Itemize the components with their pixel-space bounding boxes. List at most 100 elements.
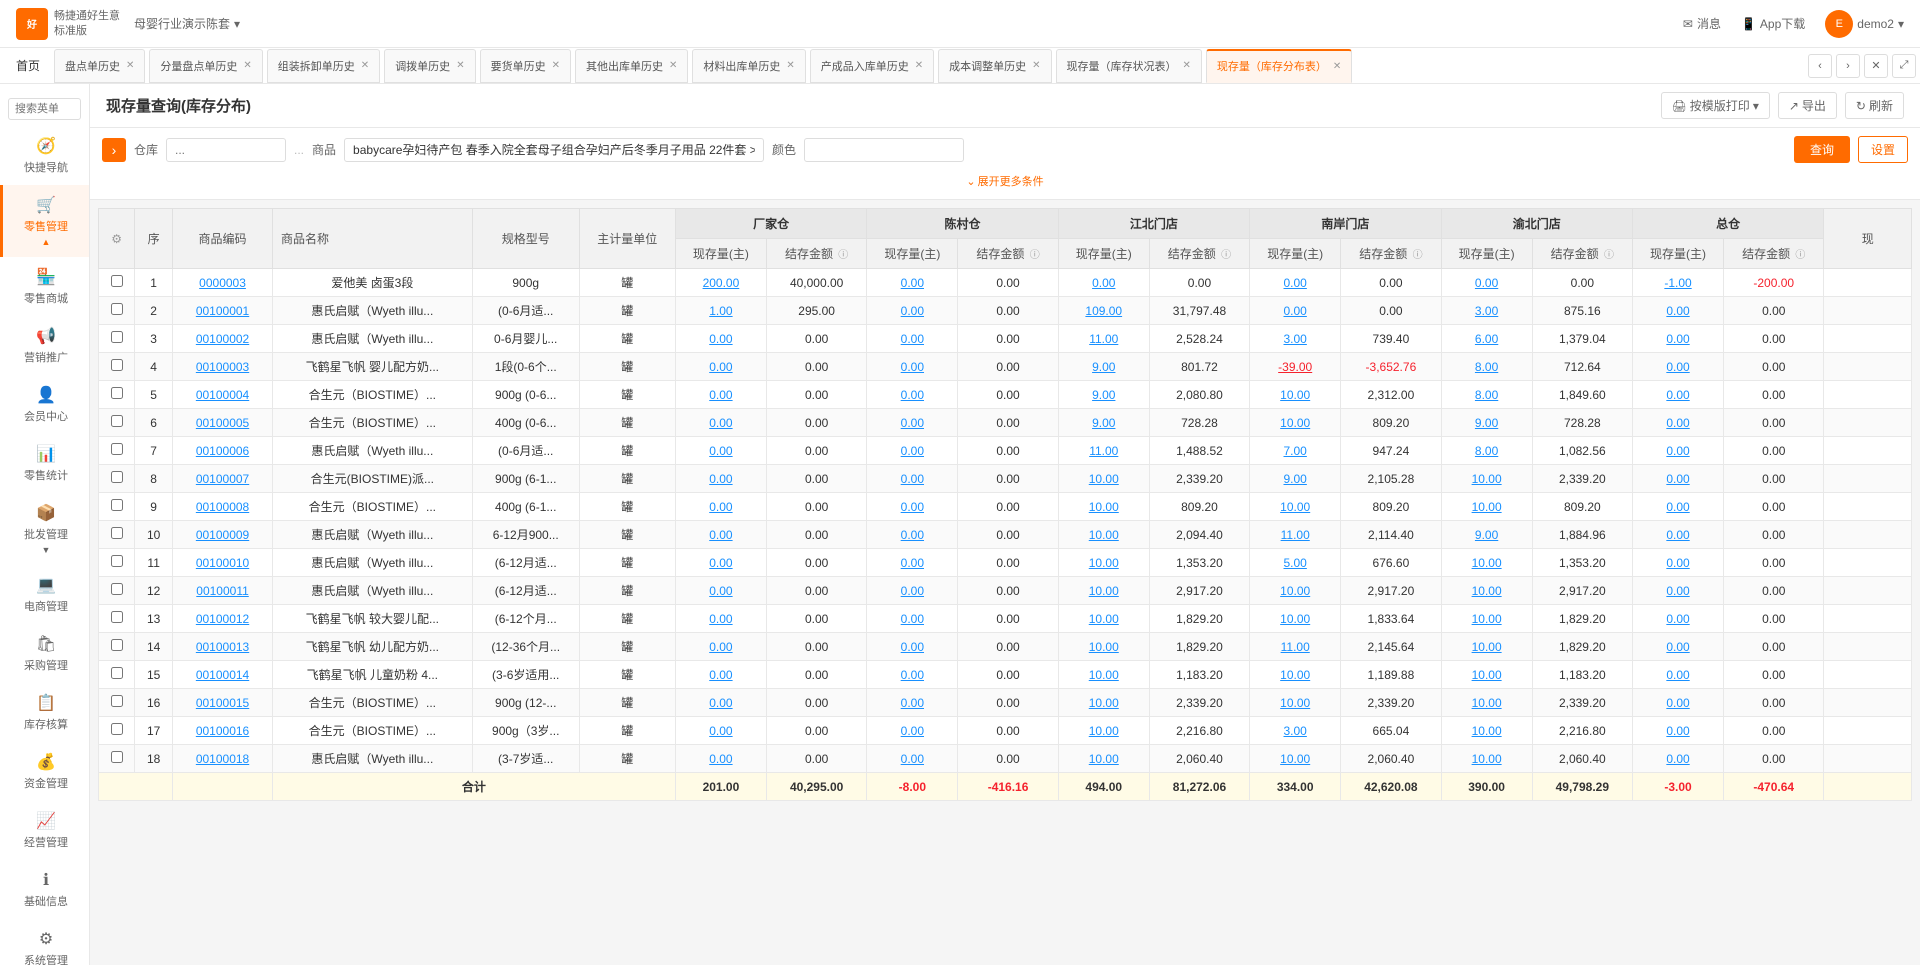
jiangbei-stock-link[interactable]: 11.00 bbox=[1089, 444, 1118, 458]
code-link[interactable]: 00100010 bbox=[196, 556, 249, 570]
row-checkbox[interactable] bbox=[99, 605, 135, 633]
sidebar-item-inventory[interactable]: 📋 库存核算 bbox=[0, 683, 89, 742]
info-icon[interactable]: ⓘ bbox=[1604, 250, 1614, 261]
row-checkbox[interactable] bbox=[99, 521, 135, 549]
nanshan-stock-link[interactable]: -39.00 bbox=[1278, 360, 1312, 374]
info-icon[interactable]: ⓘ bbox=[1795, 250, 1805, 261]
code-link[interactable]: 00100013 bbox=[196, 640, 249, 654]
sidebar-item-basic[interactable]: ℹ 基础信息 bbox=[0, 860, 89, 919]
yubeimen-stock-link[interactable]: 10.00 bbox=[1472, 724, 1502, 738]
filter-toggle-btn[interactable]: › bbox=[102, 138, 126, 162]
total-stock-link[interactable]: 0.00 bbox=[1666, 640, 1689, 654]
row-checkbox[interactable] bbox=[99, 269, 135, 297]
sidebar-item-marketing[interactable]: 📢 营销推广 bbox=[0, 316, 89, 375]
tab-stock-status[interactable]: 现存量（库存状况表） ✕ bbox=[1056, 49, 1202, 83]
jiangbei-stock-link[interactable]: 10.00 bbox=[1089, 696, 1119, 710]
tab-close-icon[interactable]: ✕ bbox=[126, 60, 134, 71]
goods-input[interactable] bbox=[344, 138, 764, 162]
user-menu[interactable]: 按模版打印 E demo2 ▾ bbox=[1825, 10, 1904, 38]
nanshan-stock-link[interactable]: 11.00 bbox=[1281, 528, 1310, 542]
tab-close-icon[interactable]: ✕ bbox=[243, 60, 251, 71]
refresh-btn[interactable]: ↻ 刷新 bbox=[1845, 92, 1904, 119]
total-stock-link[interactable]: 0.00 bbox=[1666, 696, 1689, 710]
sidebar-item-retail-mgmt[interactable]: 🛒 零售管理 ▲ bbox=[0, 185, 89, 257]
factory-stock-link[interactable]: 0.00 bbox=[709, 444, 732, 458]
chenshi-stock-link[interactable]: 0.00 bbox=[901, 332, 924, 346]
total-stock-link[interactable]: 0.00 bbox=[1666, 416, 1689, 430]
total-stock-link[interactable]: 0.00 bbox=[1666, 528, 1689, 542]
jiangbei-stock-link[interactable]: 10.00 bbox=[1089, 668, 1119, 682]
yubeimen-stock-link[interactable]: 10.00 bbox=[1472, 584, 1502, 598]
col-settings-header[interactable]: ⚙ bbox=[99, 209, 135, 269]
chenshi-stock-link[interactable]: 0.00 bbox=[901, 500, 924, 514]
code-link[interactable]: 00100012 bbox=[196, 612, 249, 626]
total-stock-link[interactable]: 0.00 bbox=[1666, 556, 1689, 570]
tab-close-icon[interactable]: ✕ bbox=[1032, 60, 1040, 71]
row-checkbox[interactable] bbox=[99, 353, 135, 381]
yubeimen-stock-link[interactable]: 10.00 bbox=[1472, 640, 1502, 654]
chenshi-stock-link[interactable]: 0.00 bbox=[901, 556, 924, 570]
nanshan-stock-link[interactable]: 10.00 bbox=[1280, 752, 1310, 766]
row-checkbox[interactable] bbox=[99, 437, 135, 465]
jiangbei-stock-link[interactable]: 10.00 bbox=[1089, 500, 1119, 514]
code-link[interactable]: 00100016 bbox=[196, 724, 249, 738]
tab-prev-btn[interactable]: ‹ bbox=[1808, 54, 1832, 78]
row-checkbox[interactable] bbox=[99, 297, 135, 325]
factory-stock-link[interactable]: 0.00 bbox=[709, 752, 732, 766]
tab-close-icon[interactable]: ✕ bbox=[786, 60, 794, 71]
yubeimen-stock-link[interactable]: 8.00 bbox=[1475, 444, 1498, 458]
chenshi-stock-link[interactable]: 0.00 bbox=[901, 276, 924, 290]
factory-stock-link[interactable]: 0.00 bbox=[709, 360, 732, 374]
sidebar-item-purchase[interactable]: 🛍 采购管理 bbox=[0, 624, 89, 683]
jiangbei-stock-link[interactable]: 10.00 bbox=[1089, 752, 1119, 766]
jiangbei-stock-link[interactable]: 10.00 bbox=[1089, 612, 1119, 626]
total-stock-link[interactable]: 0.00 bbox=[1666, 500, 1689, 514]
factory-stock-link[interactable]: 0.00 bbox=[709, 500, 732, 514]
code-link[interactable]: 00100009 bbox=[196, 528, 249, 542]
chenshi-stock-link[interactable]: 0.00 bbox=[901, 472, 924, 486]
jiangbei-stock-link[interactable]: 109.00 bbox=[1085, 304, 1122, 318]
total-stock-link[interactable]: 0.00 bbox=[1666, 584, 1689, 598]
industry-selector[interactable]: 母婴行业演示陈套 ▾ bbox=[134, 15, 240, 32]
tab-close-icon[interactable]: ✕ bbox=[456, 60, 464, 71]
export-btn[interactable]: ↗ 导出 bbox=[1778, 92, 1837, 119]
tab-close-icon[interactable]: ✕ bbox=[915, 60, 923, 71]
info-icon[interactable]: ⓘ bbox=[1413, 250, 1423, 261]
factory-stock-link[interactable]: 0.00 bbox=[709, 388, 732, 402]
chenshi-stock-link[interactable]: 0.00 bbox=[901, 752, 924, 766]
nanshan-stock-link[interactable]: 10.00 bbox=[1280, 416, 1310, 430]
jiangbei-stock-link[interactable]: 10.00 bbox=[1089, 584, 1119, 598]
chenshi-stock-link[interactable]: 0.00 bbox=[901, 304, 924, 318]
color-input[interactable] bbox=[804, 138, 964, 162]
tab-close-icon[interactable]: ✕ bbox=[552, 60, 560, 71]
nanshan-stock-link[interactable]: 10.00 bbox=[1280, 696, 1310, 710]
jiangbei-stock-link[interactable]: 10.00 bbox=[1089, 640, 1119, 654]
total-stock-link[interactable]: 0.00 bbox=[1666, 388, 1689, 402]
total-stock-link[interactable]: 0.00 bbox=[1666, 724, 1689, 738]
tab-expand-btn[interactable]: ⤢ bbox=[1892, 54, 1916, 78]
nanshan-stock-link[interactable]: 10.00 bbox=[1280, 584, 1310, 598]
factory-stock-link[interactable]: 0.00 bbox=[709, 332, 732, 346]
total-stock-link[interactable]: -1.00 bbox=[1664, 276, 1691, 290]
tab-next-btn[interactable]: › bbox=[1836, 54, 1860, 78]
total-stock-link[interactable]: 0.00 bbox=[1666, 304, 1689, 318]
expand-more-btn[interactable]: ⌄ 展开更多条件 bbox=[966, 173, 1043, 189]
sidebar-item-member[interactable]: 👤 会员中心 bbox=[0, 375, 89, 434]
row-checkbox[interactable] bbox=[99, 717, 135, 745]
yubeimen-stock-link[interactable]: 10.00 bbox=[1472, 696, 1502, 710]
jiangbei-stock-link[interactable]: 10.00 bbox=[1089, 472, 1119, 486]
row-checkbox[interactable] bbox=[99, 661, 135, 689]
factory-stock-link[interactable]: 0.00 bbox=[709, 528, 732, 542]
total-stock-link[interactable]: 0.00 bbox=[1666, 444, 1689, 458]
code-link[interactable]: 00100005 bbox=[196, 416, 249, 430]
tab-pandan-history[interactable]: 盘点单历史 ✕ bbox=[54, 49, 145, 83]
code-link[interactable]: 00100008 bbox=[196, 500, 249, 514]
total-stock-link[interactable]: 0.00 bbox=[1666, 360, 1689, 374]
sidebar-item-finance[interactable]: 💰 资金管理 bbox=[0, 742, 89, 801]
chenshi-stock-link[interactable]: 0.00 bbox=[901, 612, 924, 626]
nanshan-stock-link[interactable]: 0.00 bbox=[1284, 304, 1307, 318]
yubeimen-stock-link[interactable]: 8.00 bbox=[1475, 388, 1498, 402]
chenshi-stock-link[interactable]: 0.00 bbox=[901, 444, 924, 458]
jiangbei-stock-link[interactable]: 9.00 bbox=[1092, 388, 1115, 402]
chenshi-stock-link[interactable]: 0.00 bbox=[901, 668, 924, 682]
